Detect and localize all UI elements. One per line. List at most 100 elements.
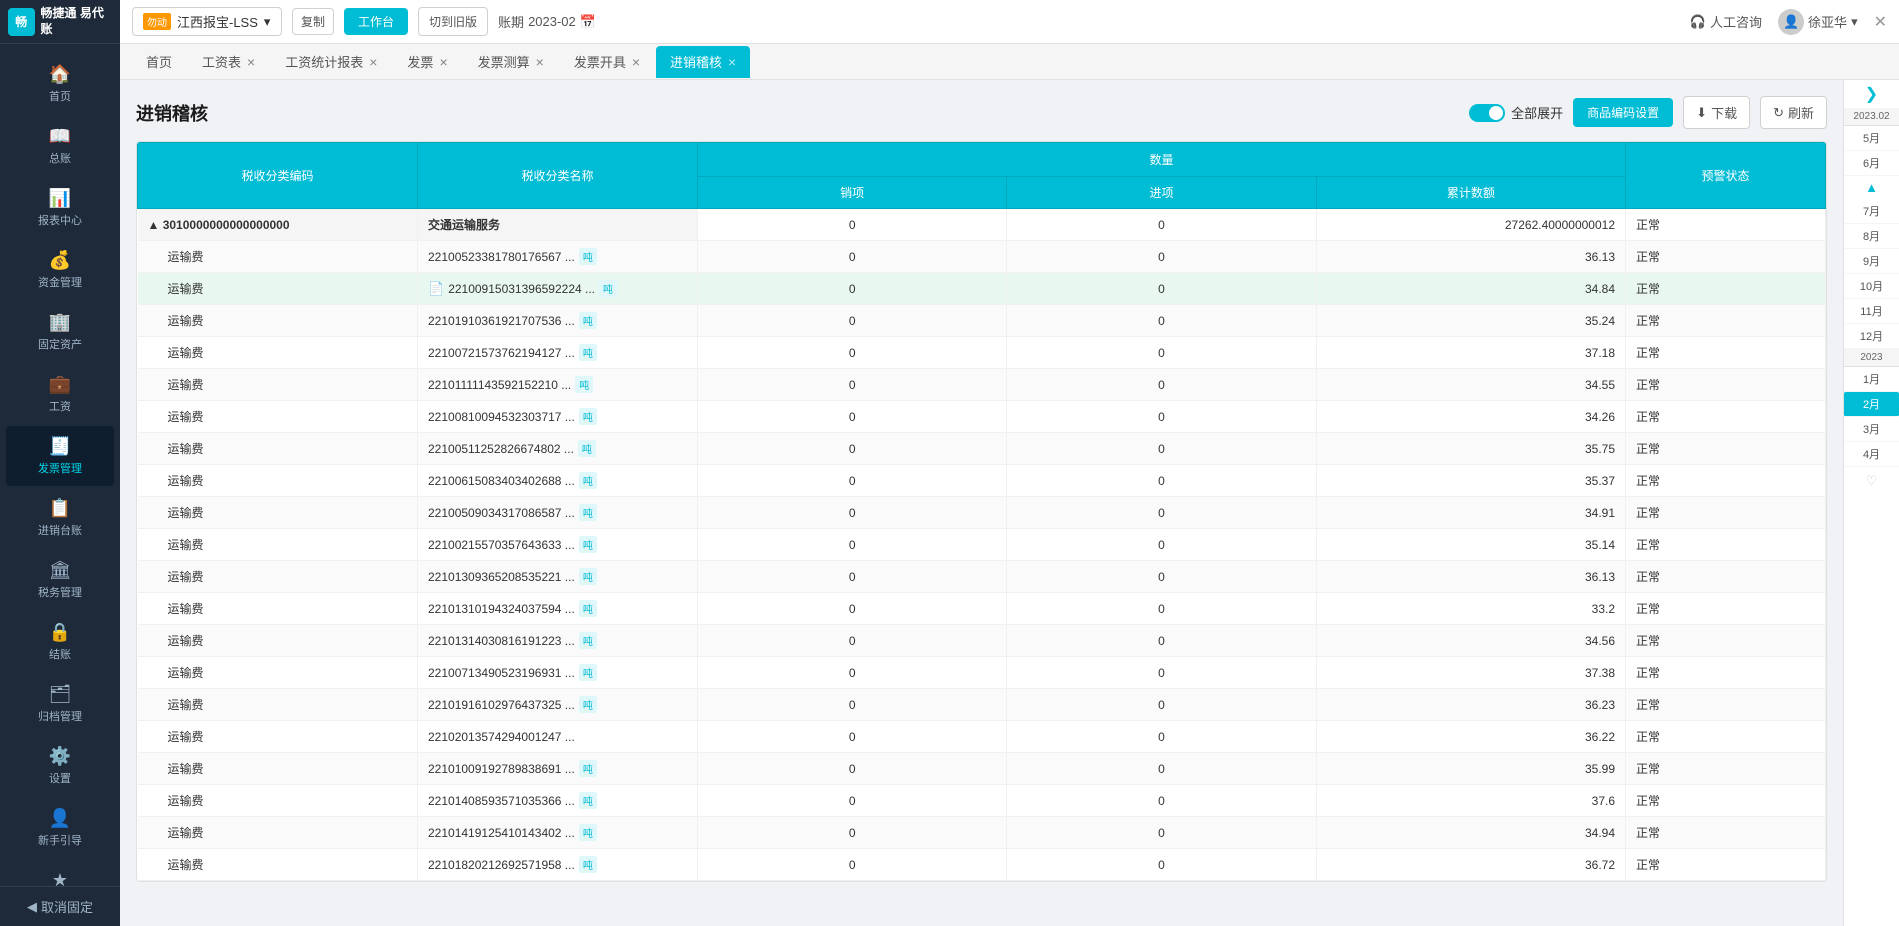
user-info[interactable]: 👤 徐亚华 ▾ xyxy=(1778,9,1858,35)
tab-invoice-calc-close[interactable]: × xyxy=(536,55,544,69)
sidebar-item-settings[interactable]: ⚙️ 设置 xyxy=(6,736,114,796)
table-row: 运输费 22101309365208535221 ...吨 0 0 36.13 … xyxy=(138,561,1826,593)
tab-invoice-close[interactable]: × xyxy=(439,55,447,69)
sidebar-item-invoice-mgr[interactable]: 🧾 发票管理 xyxy=(6,426,114,486)
sidebar-label-report: 报表中心 xyxy=(38,212,82,228)
table-row: 运输费 22102013574294001247 ... 0 0 36.22 正… xyxy=(138,721,1826,753)
sidebar-label-settings: 设置 xyxy=(49,770,71,786)
cell-invoice-no: 22102013574294001247 ... xyxy=(418,721,698,753)
sidebar-item-ledger[interactable]: 📖 总账 xyxy=(6,116,114,176)
cell-cumulative: 35.14 xyxy=(1316,529,1625,561)
cell-invoice-no: 22101111143592152210 ...吨 xyxy=(418,369,698,401)
sidebar-item-home[interactable]: 🏠 首页 xyxy=(6,54,114,114)
tab-invoice-open-close[interactable]: × xyxy=(632,55,640,69)
tab-invoice-open[interactable]: 发票开具 × xyxy=(560,46,654,78)
content-area: 进销稽核 全部展开 商品编码设置 ⬇ 下载 ↻ 刷 xyxy=(120,80,1899,926)
archive-icon: 🗂 xyxy=(49,684,72,705)
tab-invoice[interactable]: 发票 × xyxy=(393,46,461,78)
table-row: 运输费 22100810094532303717 ...吨 0 0 34.26 … xyxy=(138,401,1826,433)
cell-sales: 0 xyxy=(698,497,1007,529)
month-3[interactable]: 3月 xyxy=(1844,417,1899,442)
cell-status: 正常 xyxy=(1626,593,1826,625)
capital-icon: 💰 xyxy=(49,250,71,271)
sidebar-item-tax[interactable]: 🏛 税务管理 xyxy=(6,550,114,610)
nav-up[interactable]: ▲ xyxy=(1844,176,1899,199)
tax-icon: 🏛 xyxy=(49,560,72,581)
cell-purchase: 0 xyxy=(1007,849,1316,881)
month-1[interactable]: 1月 xyxy=(1844,367,1899,392)
cell-status: 正常 xyxy=(1626,241,1826,273)
month-8[interactable]: 8月 xyxy=(1844,224,1899,249)
sidebar-item-purchase-ledger[interactable]: 📋 进销台账 xyxy=(6,488,114,548)
sidebar-label-assets: 固定资产 xyxy=(38,336,82,352)
sidebar-item-salary[interactable]: 💼 工资 xyxy=(6,364,114,424)
tab-invoice-calc[interactable]: 发票测算 × xyxy=(464,46,558,78)
refresh-button[interactable]: ↻ 刷新 xyxy=(1760,96,1827,129)
cell-status: 正常 xyxy=(1626,465,1826,497)
tab-sales-check[interactable]: 进销稽核 × xyxy=(656,46,750,78)
sidebar-item-guide[interactable]: 👤 新手引导 xyxy=(6,798,114,858)
month-5[interactable]: 5月 xyxy=(1844,126,1899,151)
sidebar-label-capital: 资金管理 xyxy=(38,274,82,290)
sidebar-item-report[interactable]: 📊 报表中心 xyxy=(6,178,114,238)
cell-name-indent: 运输费 xyxy=(138,689,418,721)
month-4[interactable]: 4月 xyxy=(1844,442,1899,467)
cell-name-indent: 运输费 xyxy=(138,849,418,881)
month-11[interactable]: 11月 xyxy=(1844,299,1899,324)
tab-salary-close[interactable]: × xyxy=(247,55,255,69)
cell-name-indent: 运输费 xyxy=(138,497,418,529)
sidebar-footer[interactable]: ◀ 取消固定 xyxy=(0,886,120,926)
month-6[interactable]: 6月 xyxy=(1844,151,1899,176)
th-purchase: 进项 xyxy=(1007,177,1316,209)
table-row: ▲ 3010000000000000000 交通运输服务 0 0 27262.4… xyxy=(138,209,1826,241)
download-button[interactable]: ⬇ 下载 xyxy=(1683,96,1750,129)
sidebar-item-member[interactable]: ★ 畅会员 xyxy=(6,860,114,886)
cell-invoice-no: 📄22100915031396592224 ...吨 xyxy=(418,273,698,305)
main-area: 勿动 江西报宝-LSS ▾ 复制 工作台 切到旧版 账期 2023-02 📅 🎧… xyxy=(120,0,1899,926)
worktable-button[interactable]: 工作台 xyxy=(344,8,408,35)
sidebar-item-archive[interactable]: 🗂 归档管理 xyxy=(6,674,114,734)
sidebar-item-capital[interactable]: 💰 资金管理 xyxy=(6,240,114,300)
expand-toggle[interactable]: 全部展开 xyxy=(1469,103,1563,122)
avatar-icon: 👤 xyxy=(1783,14,1799,30)
right-panel-expand[interactable]: ❯ xyxy=(1844,80,1899,108)
month-2[interactable]: 2月 xyxy=(1844,392,1899,417)
cell-status: 正常 xyxy=(1626,561,1826,593)
cell-name-indent: 运输费 xyxy=(138,337,418,369)
tab-sales-check-close[interactable]: × xyxy=(728,55,736,69)
copy-button[interactable]: 复制 xyxy=(292,8,334,35)
service-button[interactable]: 🎧 人工咨询 xyxy=(1690,12,1762,31)
tab-salary-stat-close[interactable]: × xyxy=(369,55,377,69)
cell-name-indent: 运输费 xyxy=(138,401,418,433)
data-table: 税收分类编码 税收分类名称 数量 预警状态 销项 进项 累计数额 ▲ 301 xyxy=(137,142,1826,881)
cell-purchase: 0 xyxy=(1007,721,1316,753)
month-10[interactable]: 10月 xyxy=(1844,274,1899,299)
switch-version-button[interactable]: 切到旧版 xyxy=(418,7,488,36)
toggle-track[interactable] xyxy=(1469,104,1505,122)
month-12[interactable]: 12月 xyxy=(1844,324,1899,349)
cell-status: 正常 xyxy=(1626,849,1826,881)
cell-cumulative: 33.2 xyxy=(1316,593,1625,625)
cell-invoice-no: 22101009192789838691 ...吨 xyxy=(418,753,698,785)
cell-purchase: 0 xyxy=(1007,433,1316,465)
tab-salary-stat[interactable]: 工资统计报表 × xyxy=(271,46,391,78)
cell-status: 正常 xyxy=(1626,337,1826,369)
th-status: 预警状态 xyxy=(1626,143,1826,209)
cell-invoice-no: 22101309365208535221 ...吨 xyxy=(418,561,698,593)
goods-setting-button[interactable]: 商品编码设置 xyxy=(1573,98,1673,127)
company-selector[interactable]: 勿动 江西报宝-LSS ▾ xyxy=(132,7,282,36)
tab-salary[interactable]: 工资表 × xyxy=(188,46,269,78)
sidebar-label-salary: 工资 xyxy=(49,398,71,414)
cell-name-indent: 运输费 xyxy=(138,465,418,497)
sidebar-item-assets[interactable]: 🏢 固定资产 xyxy=(6,302,114,362)
sidebar-item-close[interactable]: 🔒 结账 xyxy=(6,612,114,672)
close-icon[interactable]: ✕ xyxy=(1874,12,1887,32)
month-9[interactable]: 9月 xyxy=(1844,249,1899,274)
cell-status: 正常 xyxy=(1626,433,1826,465)
month-7[interactable]: 7月 xyxy=(1844,199,1899,224)
purchase-ledger-icon: 📋 xyxy=(49,498,71,519)
chevron-down-icon: ▾ xyxy=(264,14,271,30)
cell-name-indent: 运输费 xyxy=(138,721,418,753)
tab-home[interactable]: 首页 xyxy=(132,46,186,78)
cell-sales: 0 xyxy=(698,849,1007,881)
